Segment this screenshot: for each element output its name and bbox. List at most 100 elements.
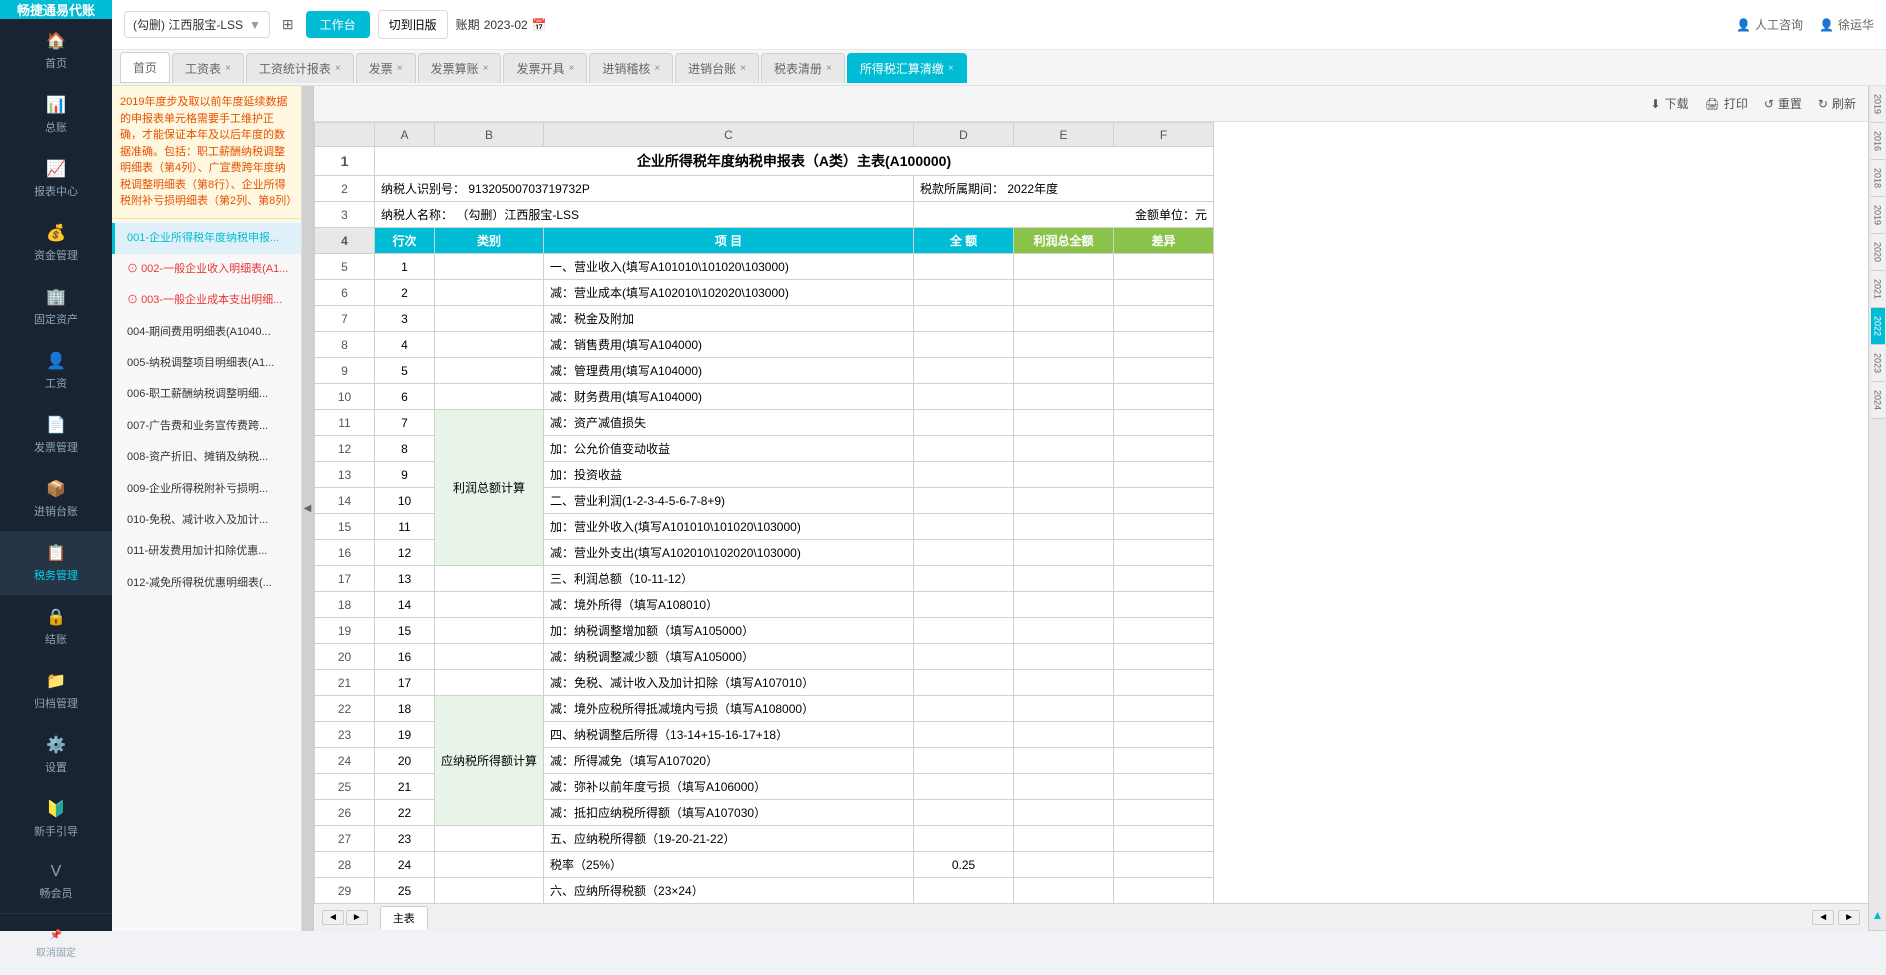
- year-marker-2022[interactable]: 2022: [1871, 308, 1885, 345]
- tab-tax-clear-label: 税表清册: [774, 60, 822, 77]
- tab-invoice-close[interactable]: ×: [397, 63, 403, 74]
- form-item-008[interactable]: 008-资产折旧、摊销及纳税...: [112, 442, 301, 473]
- category-tax: 应纳税所得额计算: [435, 696, 544, 826]
- form-item-006[interactable]: 006-职工薪酬纳税调整明细...: [112, 379, 301, 410]
- header-col-f: 差异: [1114, 228, 1214, 254]
- period-info-cell: 税款所属期间： 2022年度: [914, 176, 1214, 202]
- title-cell: 企业所得税年度纳税申报表（A类）主表(A100000): [375, 147, 1214, 176]
- header-col-c: 项 目: [544, 228, 914, 254]
- tab-invoice-open-close[interactable]: ×: [568, 63, 574, 74]
- collapse-panel-button[interactable]: ◀: [302, 86, 314, 931]
- user-profile[interactable]: 👤 徐运华: [1819, 16, 1874, 33]
- refresh-button[interactable]: ↻ 刷新: [1818, 95, 1856, 112]
- table-row: 18 14 减：境外所得（填写A108010）: [315, 592, 1214, 618]
- scroll-left-button[interactable]: ◄: [1812, 910, 1834, 925]
- tab-tax-clear[interactable]: 税表清册 ×: [761, 53, 845, 83]
- tab-tax-clear-close[interactable]: ×: [826, 63, 832, 74]
- switch-old-button[interactable]: 切到旧版: [378, 10, 448, 39]
- form-item-011[interactable]: 011-研发费用加计扣除优惠...: [112, 536, 301, 567]
- form-item-003[interactable]: ⊙ 003-一般企业成本支出明细...: [112, 285, 301, 316]
- sidebar-item-general[interactable]: 📊 总账: [0, 83, 112, 147]
- sidebar-item-member[interactable]: V 畅会员: [0, 851, 112, 913]
- year-marker-2018[interactable]: 2018: [1871, 160, 1885, 197]
- tab-invoice-open[interactable]: 发票开具 ×: [503, 53, 587, 83]
- tab-invoice[interactable]: 发票 ×: [356, 53, 416, 83]
- sidebar-item-assets[interactable]: 💰 资金管理: [0, 211, 112, 275]
- unpin-button[interactable]: 📌 取消固定: [0, 922, 112, 967]
- tab-import-ledger[interactable]: 进销台账 ×: [675, 53, 759, 83]
- category-profit: 利润总额计算: [435, 410, 544, 566]
- consult-button[interactable]: 👤 人工咨询: [1736, 16, 1803, 33]
- form-item-005[interactable]: 005-纳税调整项目明细表(A1...: [112, 348, 301, 379]
- sidebar-item-reports[interactable]: 📈 报表中心: [0, 147, 112, 211]
- company-label: 纳税人名称：: [381, 208, 453, 222]
- year-marker-2019[interactable]: 2019: [1871, 197, 1885, 234]
- year-marker-2021[interactable]: 2021: [1871, 271, 1885, 308]
- reports-icon: 📈: [46, 159, 66, 179]
- tab-payroll[interactable]: 工资表 ×: [172, 53, 244, 83]
- tab-import-check[interactable]: 进销稽核 ×: [589, 53, 673, 83]
- scroll-right-button[interactable]: ►: [1838, 910, 1860, 925]
- tab-invoice-calc[interactable]: 发票算账 ×: [418, 53, 502, 83]
- warning-message: 2019年度步及取以前年度延续数据的申报表单元格需要手工维护正确，才能保证本年及…: [112, 86, 301, 219]
- next-sheet-button[interactable]: ►: [346, 910, 368, 925]
- print-button[interactable]: 🖨 打印: [1705, 95, 1748, 112]
- assets-icon: 💰: [46, 223, 66, 243]
- table-row: 20 16 减：纳税调整减少额（填写A105000）: [315, 644, 1214, 670]
- form-item-010[interactable]: 010-免税、减计收入及加计...: [112, 505, 301, 536]
- tab-payroll-stats[interactable]: 工资统计报表 ×: [246, 53, 354, 83]
- tab-import-ledger-close[interactable]: ×: [740, 63, 746, 74]
- year-marker-2020[interactable]: 2020: [1871, 234, 1885, 271]
- sheet-tabs: ◄ ► 主表 ◄ ►: [314, 903, 1868, 931]
- sidebar-item-invoice[interactable]: 📄 发票管理: [0, 403, 112, 467]
- workbench-button[interactable]: 工作台: [306, 11, 370, 38]
- tab-import-check-close[interactable]: ×: [654, 63, 660, 74]
- form-item-012[interactable]: 012-减免所得税优惠明细表(...: [112, 568, 301, 599]
- tab-payroll-stats-close[interactable]: ×: [335, 63, 341, 74]
- table-row: 29 25 六、应纳所得税额（23×24）: [315, 878, 1214, 904]
- table-row: 17 13 三、利润总额（10-11-12）: [315, 566, 1214, 592]
- sheet-tab-main[interactable]: 主表: [380, 906, 428, 930]
- table-row-taxid: 2 纳税人识别号： 91320500703719732P 税款所属期间： 202…: [315, 176, 1214, 202]
- row-num-1: 1: [315, 147, 375, 176]
- tab-invoice-calc-close[interactable]: ×: [483, 63, 489, 74]
- reset-button[interactable]: ↺ 重置: [1764, 95, 1802, 112]
- expand-icon[interactable]: ▲: [1869, 900, 1886, 931]
- tab-home-label: 首页: [133, 59, 157, 76]
- form-item-007[interactable]: 007-广告费和业务宣传费跨...: [112, 411, 301, 442]
- form-list: 001-企业所得税年度纳税申报... ⊙ 002-一般企业收入明细表(A1...…: [112, 219, 301, 604]
- copy-button[interactable]: ⊞: [278, 12, 298, 37]
- calendar-icon[interactable]: 📅: [532, 18, 547, 32]
- tab-tax-calc-close[interactable]: ×: [948, 63, 954, 74]
- form-item-004[interactable]: 004-期间费用明细表(A1040...: [112, 317, 301, 348]
- year-marker-2024[interactable]: 2024: [1871, 382, 1885, 419]
- sidebar-item-home[interactable]: 🏠 首页: [0, 19, 112, 83]
- sidebar-label-close: 结账: [45, 631, 67, 647]
- sidebar-item-close[interactable]: 🔒 结账: [0, 595, 112, 659]
- header-row-num: 4: [315, 228, 375, 254]
- period-info-label: 税款所属期间：: [920, 182, 1004, 196]
- download-button[interactable]: ⬇ 下载: [1651, 95, 1689, 112]
- sidebar-item-guide[interactable]: 🔰 新手引导: [0, 787, 112, 851]
- sidebar-item-fixed[interactable]: 🏢 固定资产: [0, 275, 112, 339]
- year-marker-2016[interactable]: 2016: [1871, 123, 1885, 160]
- prev-sheet-button[interactable]: ◄: [322, 910, 344, 925]
- sidebar-item-purchase[interactable]: 📦 进销台账: [0, 467, 112, 531]
- form-item-002[interactable]: ⊙ 002-一般企业收入明细表(A1...: [112, 254, 301, 285]
- tab-payroll-close[interactable]: ×: [225, 63, 231, 74]
- sidebar-item-payroll[interactable]: 👤 工资: [0, 339, 112, 403]
- sidebar-item-tax[interactable]: 📋 税务管理: [0, 531, 112, 595]
- company-selector[interactable]: (勾删) 江西服宝-LSS ▼: [124, 11, 270, 38]
- spreadsheet-container[interactable]: A B C D E F 1 企业所: [314, 122, 1868, 903]
- tab-tax-calc[interactable]: 所得税汇算清缴 ×: [847, 53, 967, 83]
- year-marker-2023[interactable]: 2023: [1871, 345, 1885, 382]
- sidebar-item-archive[interactable]: 📁 归档管理: [0, 659, 112, 723]
- sidebar-item-settings[interactable]: ⚙️ 设置: [0, 723, 112, 787]
- company-name: (勾删) 江西服宝-LSS: [133, 16, 243, 33]
- tab-home[interactable]: 首页: [120, 52, 170, 83]
- pin-icon: 📌: [50, 930, 62, 941]
- form-item-001[interactable]: 001-企业所得税年度纳税申报...: [112, 223, 301, 254]
- tax-icon: 📋: [46, 543, 66, 563]
- form-item-009[interactable]: 009-企业所得税附补亏损明...: [112, 474, 301, 505]
- year-marker-2019-top[interactable]: 2019: [1871, 86, 1885, 123]
